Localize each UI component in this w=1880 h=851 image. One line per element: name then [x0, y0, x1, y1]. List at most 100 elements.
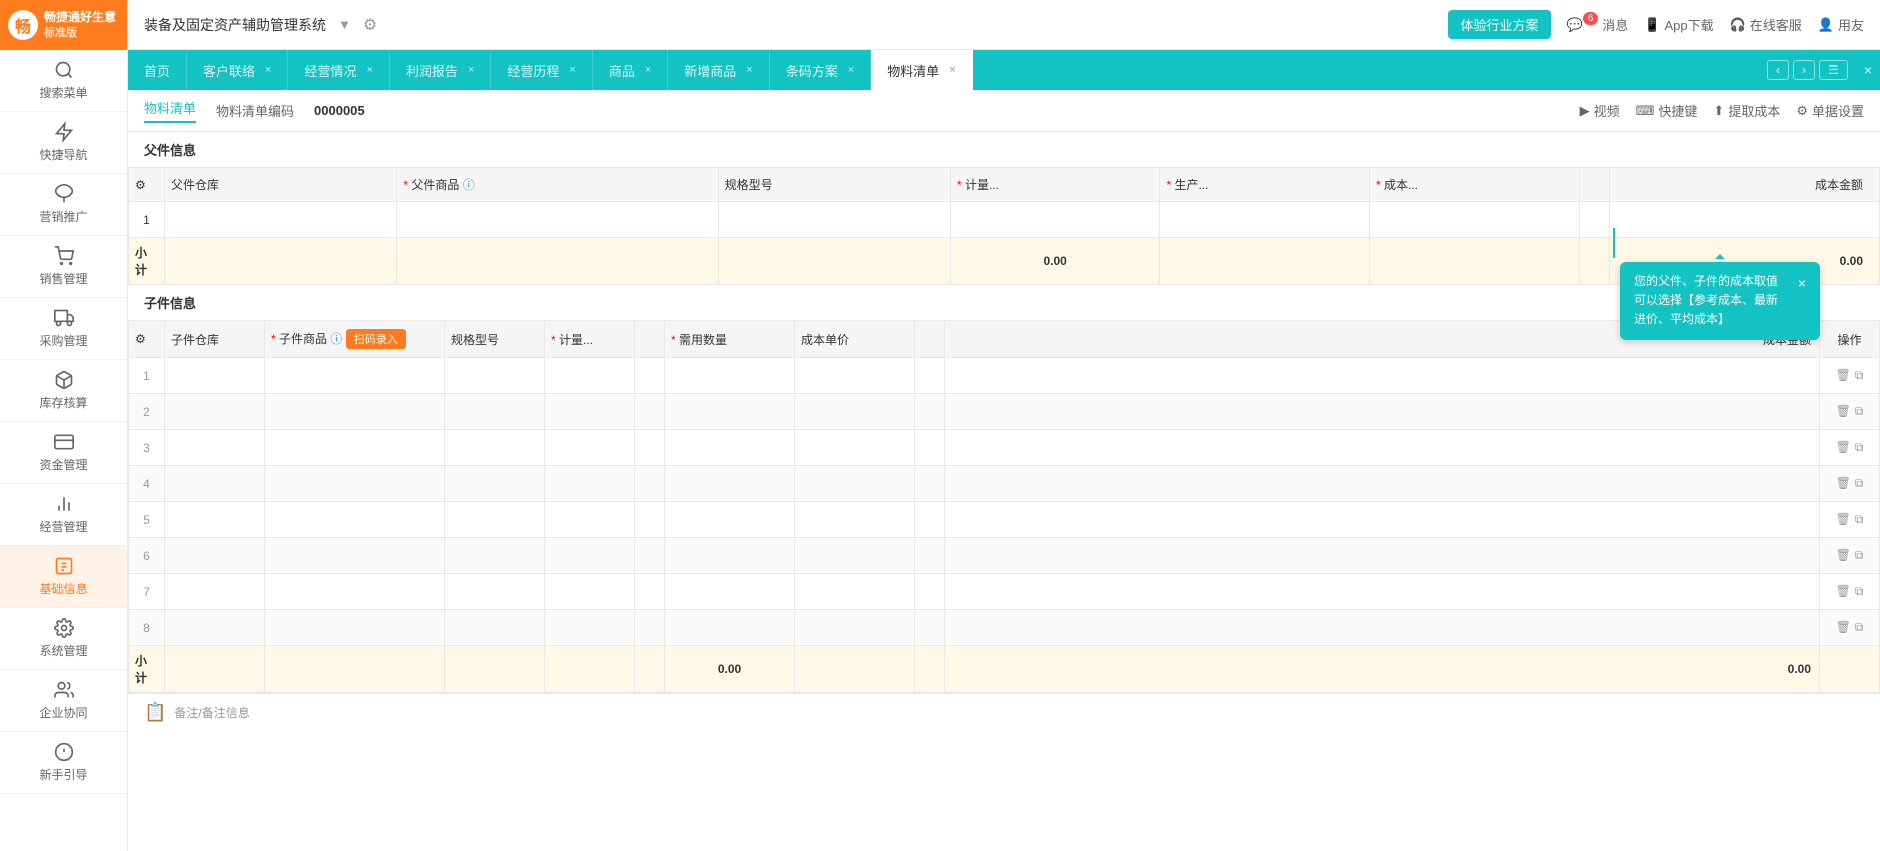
extract-cost-btn[interactable]: ⬆ 提取成本 — [1713, 101, 1780, 120]
child-row-7-spec[interactable] — [445, 574, 545, 610]
child-row-4-action[interactable]: 🗑⧉ — [1820, 466, 1880, 502]
child-row-8-needed-qty[interactable] — [665, 610, 795, 646]
sidebar-item-enterprise[interactable]: 企业协同 — [0, 670, 127, 732]
child-row-5-needed-qty[interactable] — [665, 502, 795, 538]
copy-icon[interactable]: ⧉ — [1855, 440, 1864, 454]
child-row-6-cost-unit[interactable] — [795, 538, 915, 574]
child-row-1-warehouse[interactable] — [165, 358, 265, 394]
copy-icon[interactable]: ⧉ — [1855, 548, 1864, 562]
view-btn[interactable]: ▶ 视频 — [1580, 101, 1620, 120]
child-row-1-goods[interactable] — [265, 358, 445, 394]
delete-icon[interactable]: 🗑 — [1836, 548, 1851, 562]
child-row-3-qty[interactable] — [545, 430, 635, 466]
child-row-3-goods[interactable] — [265, 430, 445, 466]
delete-icon[interactable]: 🗑 — [1836, 620, 1851, 634]
copy-icon[interactable]: ⧉ — [1855, 368, 1864, 382]
copy-icon[interactable]: ⧉ — [1855, 584, 1864, 598]
child-row-5-qty[interactable] — [545, 502, 635, 538]
parent-row-1-spec[interactable] — [718, 202, 950, 238]
child-row-1-spec[interactable] — [445, 358, 545, 394]
child-row-5-cost-unit[interactable] — [795, 502, 915, 538]
child-row-8-warehouse[interactable] — [165, 610, 265, 646]
child-row-7-cost-unit[interactable] — [795, 574, 915, 610]
copy-icon[interactable]: ⧉ — [1855, 404, 1864, 418]
sidebar-item-search[interactable]: 搜索菜单 — [0, 50, 127, 112]
tab-home[interactable]: 首页 — [128, 50, 187, 90]
tab-new-goods[interactable]: 新增商品 × — [668, 50, 769, 90]
child-row-4-needed-qty[interactable] — [665, 466, 795, 502]
user-item[interactable]: 👤 用友 — [1818, 15, 1864, 34]
child-row-1-action[interactable]: 🗑⧉ — [1820, 358, 1880, 394]
tab-profit-close[interactable]: × — [468, 64, 474, 76]
sidebar-item-purchase[interactable]: 采购管理 — [0, 298, 127, 360]
scan-input-btn[interactable]: 扫码录入 — [346, 329, 406, 349]
child-row-6-warehouse[interactable] — [165, 538, 265, 574]
parent-row-1-prod[interactable] — [1160, 202, 1370, 238]
app-download-item[interactable]: 📱 App下载 — [1644, 15, 1713, 34]
tab-customer-close[interactable]: × — [265, 64, 271, 76]
shortcut-btn[interactable]: ⌨ 快捷键 — [1636, 101, 1698, 120]
online-service-item[interactable]: 🎧 在线客服 — [1730, 15, 1802, 34]
copy-icon[interactable]: ⧉ — [1855, 512, 1864, 526]
system-title-dropdown-icon[interactable]: ▼ — [338, 17, 351, 32]
child-row-2-action[interactable]: 🗑⧉ — [1820, 394, 1880, 430]
tab-history[interactable]: 经营历程 × — [491, 50, 592, 90]
tab-barcode[interactable]: 条码方案 × — [770, 50, 871, 90]
parent-row-1-goods[interactable] — [397, 202, 718, 238]
child-row-6-needed-qty[interactable] — [665, 538, 795, 574]
child-row-2-spec[interactable] — [445, 394, 545, 430]
delete-icon[interactable]: 🗑 — [1836, 512, 1851, 526]
child-row-7-goods[interactable] — [265, 574, 445, 610]
child-row-4-warehouse[interactable] — [165, 466, 265, 502]
message-item[interactable]: 💬 6 消息 — [1567, 15, 1629, 34]
try-btn[interactable]: 体验行业方案 — [1448, 10, 1550, 39]
tab-profit[interactable]: 利润报告 × — [390, 50, 491, 90]
child-row-3-cost-unit[interactable] — [795, 430, 915, 466]
parent-row-1-cost[interactable] — [1369, 202, 1579, 238]
nav-next-btn[interactable]: › — [1793, 60, 1815, 80]
tab-customer[interactable]: 客户联络 × — [187, 50, 288, 90]
child-row-6-spec[interactable] — [445, 538, 545, 574]
child-row-2-needed-qty[interactable] — [665, 394, 795, 430]
nav-prev-btn[interactable]: ‹ — [1767, 60, 1789, 80]
child-row-7-needed-qty[interactable] — [665, 574, 795, 610]
child-row-2-warehouse[interactable] — [165, 394, 265, 430]
child-row-3-action[interactable]: 🗑⧉ — [1820, 430, 1880, 466]
sidebar-item-operations[interactable]: 经营管理 — [0, 484, 127, 546]
tab-new-goods-close[interactable]: × — [746, 64, 752, 76]
child-row-4-qty[interactable] — [545, 466, 635, 502]
child-row-8-action[interactable]: 🗑⧉ — [1820, 610, 1880, 646]
delete-icon[interactable]: 🗑 — [1836, 476, 1851, 490]
child-row-2-goods[interactable] — [265, 394, 445, 430]
close-all-tabs-btn[interactable]: × — [1856, 50, 1880, 90]
parent-row-1-warehouse[interactable] — [165, 202, 397, 238]
child-row-7-action[interactable]: 🗑⧉ — [1820, 574, 1880, 610]
nav-menu-btn[interactable]: ☰ — [1819, 60, 1848, 80]
delete-icon[interactable]: 🗑 — [1836, 404, 1851, 418]
delete-icon[interactable]: 🗑 — [1836, 368, 1851, 382]
child-row-8-goods[interactable] — [265, 610, 445, 646]
sidebar-item-system[interactable]: 系统管理 — [0, 608, 127, 670]
tooltip-close-btn[interactable]: × — [1798, 272, 1806, 294]
child-row-4-cost-unit[interactable] — [795, 466, 915, 502]
breadcrumb-bom[interactable]: 物料清单 — [144, 98, 196, 123]
child-row-5-action[interactable]: 🗑⧉ — [1820, 502, 1880, 538]
tab-goods-close[interactable]: × — [645, 64, 651, 76]
child-row-3-warehouse[interactable] — [165, 430, 265, 466]
child-row-3-spec[interactable] — [445, 430, 545, 466]
child-row-8-spec[interactable] — [445, 610, 545, 646]
child-row-5-spec[interactable] — [445, 502, 545, 538]
sidebar-item-sales[interactable]: 销售管理 — [0, 236, 127, 298]
sidebar-item-marketing[interactable]: 营销推广 — [0, 174, 127, 236]
delete-icon[interactable]: 🗑 — [1836, 584, 1851, 598]
copy-icon[interactable]: ⧉ — [1855, 476, 1864, 490]
child-row-6-goods[interactable] — [265, 538, 445, 574]
tab-operations[interactable]: 经营情况 × — [288, 50, 389, 90]
child-row-7-warehouse[interactable] — [165, 574, 265, 610]
tab-operations-close[interactable]: × — [366, 64, 372, 76]
child-row-7-qty[interactable] — [545, 574, 635, 610]
parent-th-settings[interactable]: ⚙ — [129, 168, 165, 202]
child-row-5-warehouse[interactable] — [165, 502, 265, 538]
child-row-4-spec[interactable] — [445, 466, 545, 502]
tab-bom-close[interactable]: × — [949, 64, 955, 76]
